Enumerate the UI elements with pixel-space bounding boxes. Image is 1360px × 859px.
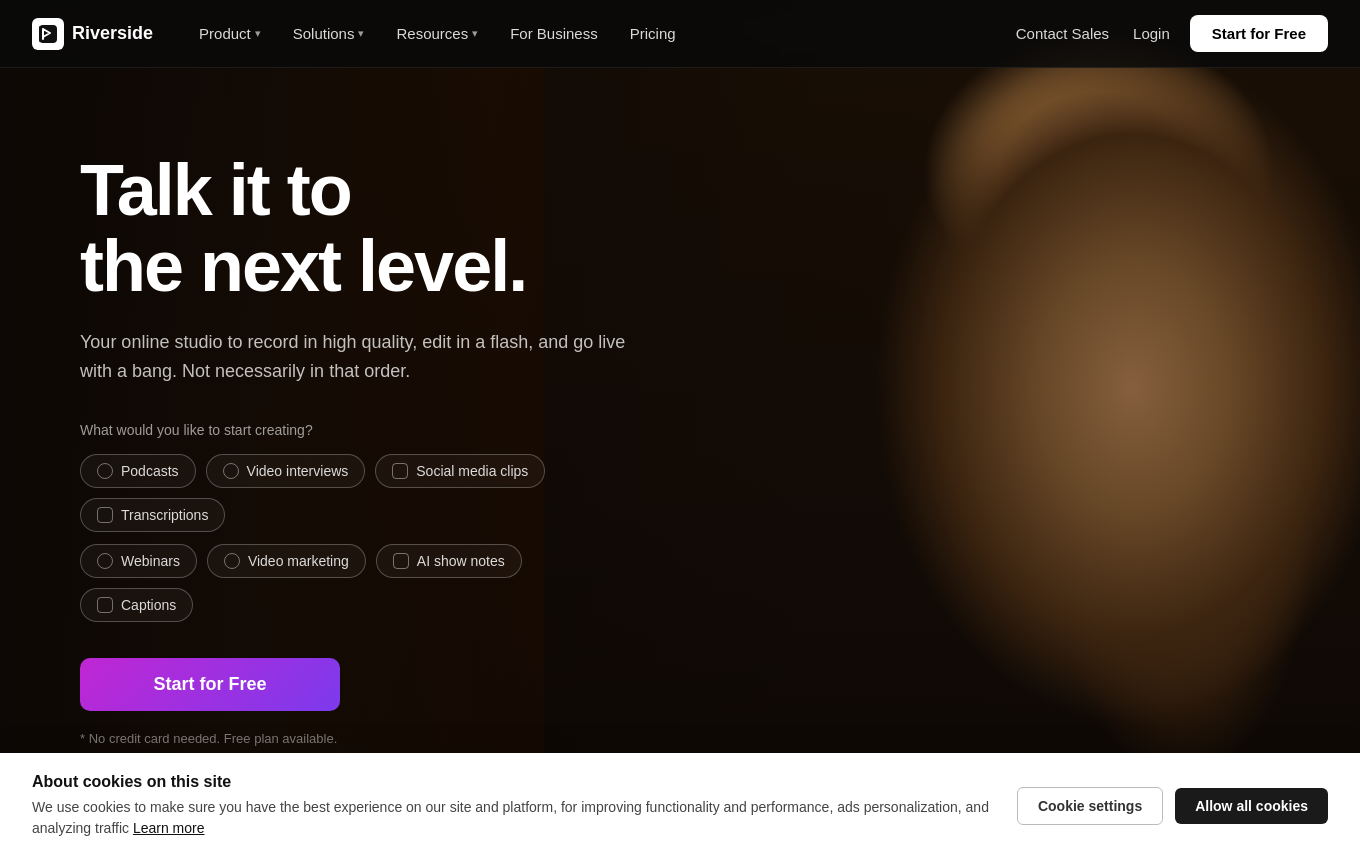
brand-name: Riverside [72,23,153,44]
nav-product[interactable]: Product ▾ [185,17,275,50]
nav-pricing[interactable]: Pricing [616,17,690,50]
checkbox-ai-show-notes [393,553,409,569]
nav-solutions[interactable]: Solutions ▾ [279,17,379,50]
hero-title: Talk it to the next level. [80,153,640,304]
checkbox-video-interviews [223,463,239,479]
cookie-settings-button[interactable]: Cookie settings [1017,787,1163,825]
chip-captions[interactable]: Captions [80,588,193,622]
checkbox-social-media-clips [392,463,408,479]
checkbox-video-marketing [224,553,240,569]
chip-social-media-clips[interactable]: Social media clips [375,454,545,488]
cookie-body: We use cookies to make sure you have the… [32,797,993,839]
checkbox-captions [97,597,113,613]
cookie-learn-more-link[interactable]: Learn more [133,820,205,836]
chip-webinars[interactable]: Webinars [80,544,197,578]
cookie-title: About cookies on this site [32,773,993,791]
checkbox-webinars [97,553,113,569]
nav-for-business[interactable]: For Business [496,17,612,50]
cookie-allow-button[interactable]: Allow all cookies [1175,788,1328,824]
nav-resources[interactable]: Resources ▾ [382,17,492,50]
logo[interactable]: Riverside [32,18,153,50]
nav-right: Contact Sales Login Start for Free [1012,15,1328,52]
cookie-actions: Cookie settings Allow all cookies [1017,787,1328,825]
chip-podcasts[interactable]: Podcasts [80,454,196,488]
cookie-text: About cookies on this site We use cookie… [32,773,993,839]
chips-row-2: Webinars Video marketing AI show notes C… [80,544,640,622]
hero-subtitle: Your online studio to record in high qua… [80,328,640,386]
chevron-down-icon: ▾ [472,27,478,40]
cta-area: Start for Free * No credit card needed. … [80,634,640,746]
chip-video-marketing[interactable]: Video marketing [207,544,366,578]
hero-start-free-button[interactable]: Start for Free [80,658,340,711]
hero-disclaimer: * No credit card needed. Free plan avail… [80,731,640,746]
contact-sales-button[interactable]: Contact Sales [1012,17,1113,50]
nav-links: Product ▾ Solutions ▾ Resources ▾ For Bu… [185,17,690,50]
login-button[interactable]: Login [1129,17,1174,50]
chip-ai-show-notes[interactable]: AI show notes [376,544,522,578]
chevron-down-icon: ▾ [255,27,261,40]
chevron-down-icon: ▾ [358,27,364,40]
nav-start-free-button[interactable]: Start for Free [1190,15,1328,52]
chip-video-interviews[interactable]: Video interviews [206,454,366,488]
logo-icon [32,18,64,50]
navigation: Riverside Product ▾ Solutions ▾ Resource… [0,0,1360,68]
checkbox-transcriptions [97,507,113,523]
nav-left: Riverside Product ▾ Solutions ▾ Resource… [32,17,690,50]
cookie-banner: About cookies on this site We use cookie… [0,753,1360,859]
hero-content: Talk it to the next level. Your online s… [0,33,720,826]
hero-section: Talk it to the next level. Your online s… [0,0,1360,859]
chip-transcriptions[interactable]: Transcriptions [80,498,225,532]
checkbox-podcasts [97,463,113,479]
hero-question: What would you like to start creating? [80,422,640,438]
chips-row-1: Podcasts Video interviews Social media c… [80,454,640,532]
